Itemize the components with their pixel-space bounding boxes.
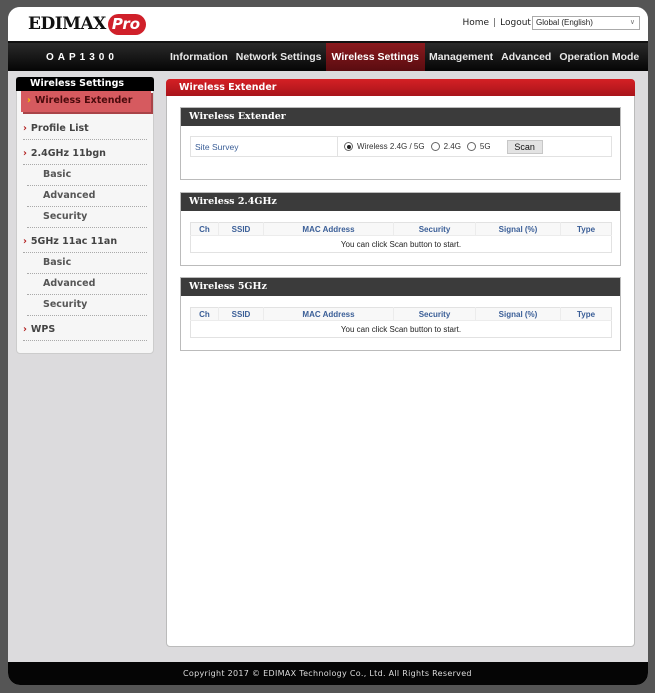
radio-unchecked[interactable] <box>466 142 476 151</box>
nav-advanced[interactable]: Advanced <box>497 43 555 71</box>
logo-pro-badge: Pro <box>107 13 147 35</box>
table-row: You can click Scan button to start. <box>190 320 612 338</box>
radio-unchecked[interactable] <box>430 142 440 151</box>
chevron-right-icon: › <box>23 123 27 134</box>
sidebar-item-24-security[interactable]: Security <box>27 208 147 228</box>
col-security: Security <box>393 307 476 321</box>
sidebar-item-wireless-extender[interactable]: › Wireless Extender <box>21 91 151 112</box>
sidebar-item-5-security[interactable]: Security <box>27 296 147 316</box>
option-24g[interactable]: 2.4G <box>430 142 461 151</box>
main-nav: OAP1300 Information Network Settings Wir… <box>8 41 648 71</box>
panel-title: Wireless 2.4GHz <box>181 193 620 211</box>
sidebar-item-label: WPS <box>30 324 56 335</box>
nav-information[interactable]: Information <box>166 43 232 71</box>
sidebar-item-5-advanced[interactable]: Advanced <box>27 275 147 295</box>
chevron-right-icon: › <box>23 324 27 335</box>
option-label: 5G <box>479 142 491 151</box>
content-area: Wireless Extender Wireless Extender Site… <box>166 79 635 647</box>
edimax-logo: EDIMAX Pro <box>28 12 147 36</box>
app-frame: EDIMAX Pro Home | Logout | Global (Engli… <box>8 7 648 685</box>
col-signal: Signal (%) <box>475 222 561 236</box>
col-type: Type <box>560 222 612 236</box>
nav-wireless-settings[interactable]: Wireless Settings <box>325 43 425 71</box>
sidebar-title: Wireless Settings <box>16 77 154 91</box>
site-survey-label: Site Survey <box>191 137 338 156</box>
language-value: Global (English) <box>536 18 593 27</box>
col-ssid: SSID <box>218 307 264 321</box>
nav-management[interactable]: Management <box>425 43 497 71</box>
table-row: You can click Scan button to start. <box>190 235 612 253</box>
col-type: Type <box>560 307 612 321</box>
sidebar-item-label: Wireless Extender <box>34 95 133 106</box>
sidebar-item-label: Profile List <box>30 123 89 134</box>
panel-title: Wireless Extender <box>181 108 620 126</box>
option-5g[interactable]: 5G <box>466 142 491 151</box>
sidebar-item-24-basic[interactable]: Basic <box>27 166 147 186</box>
nav-network-settings[interactable]: Network Settings <box>232 43 326 71</box>
chevron-right-icon: › <box>27 95 31 106</box>
sidebar: Wireless Settings › Wireless Extender › Pr… <box>16 77 154 354</box>
col-mac: MAC Address <box>263 222 394 236</box>
table-header-row: Ch SSID MAC Address Security Signal (%) … <box>190 222 612 236</box>
logout-link[interactable]: Logout <box>500 18 531 28</box>
chevron-right-icon: › <box>23 148 27 159</box>
wireless-5ghz-panel: Wireless 5GHz Ch SSID MAC Address Securi… <box>180 277 621 351</box>
content-title: Wireless Extender <box>166 79 635 96</box>
option-label: 2.4G <box>443 142 461 151</box>
sidebar-item-label: 5GHz 11ac 11an <box>30 236 118 247</box>
scan-results-table-24ghz: Ch SSID MAC Address Security Signal (%) … <box>190 222 612 253</box>
nav-operation-mode[interactable]: Operation Mode <box>555 43 643 71</box>
sidebar-item-24-advanced[interactable]: Advanced <box>27 187 147 207</box>
wireless-24ghz-panel: Wireless 2.4GHz Ch SSID MAC Address Secu… <box>180 192 621 266</box>
extender-panel: Wireless Extender Site Survey Wireless 2… <box>180 107 621 180</box>
empty-message: You can click Scan button to start. <box>190 235 612 253</box>
radio-checked[interactable] <box>344 142 353 151</box>
col-mac: MAC Address <box>263 307 394 321</box>
sidebar-item-profile-list[interactable]: › Profile List <box>23 120 147 140</box>
col-ssid: SSID <box>218 222 264 236</box>
copyright-text: Copyright 2017 © EDIMAX Technology Co., … <box>183 669 472 678</box>
sidebar-item-24ghz[interactable]: › 2.4GHz 11bgn <box>23 145 147 165</box>
logo-text: EDIMAX <box>28 14 106 34</box>
language-select[interactable]: Global (English) ∨ <box>532 16 640 30</box>
scan-results-table-5ghz: Ch SSID MAC Address Security Signal (%) … <box>190 307 612 338</box>
home-link[interactable]: Home <box>463 18 490 28</box>
chevron-right-icon: › <box>23 236 27 247</box>
top-links: Home | Logout | <box>463 18 539 28</box>
panel-title: Wireless 5GHz <box>181 278 620 296</box>
sidebar-item-5-basic[interactable]: Basic <box>27 254 147 274</box>
option-both-bands[interactable]: Wireless 2.4G / 5G <box>344 142 425 151</box>
sidebar-item-5ghz[interactable]: › 5GHz 11ac 11an <box>23 233 147 253</box>
table-header-row: Ch SSID MAC Address Security Signal (%) … <box>190 307 612 321</box>
site-survey-row: Site Survey Wireless 2.4G / 5G 2.4G 5G S… <box>190 136 612 157</box>
chevron-down-icon: ∨ <box>629 19 635 26</box>
nav-items: Information Network Settings Wireless Se… <box>166 43 643 71</box>
sidebar-item-wps[interactable]: › WPS <box>23 321 147 341</box>
band-options: Wireless 2.4G / 5G 2.4G 5G Scan <box>338 137 543 156</box>
col-signal: Signal (%) <box>475 307 561 321</box>
col-security: Security <box>393 222 476 236</box>
col-ch: Ch <box>190 307 219 321</box>
link-separator: | <box>493 18 497 28</box>
col-ch: Ch <box>190 222 219 236</box>
model-name: OAP1300 <box>46 52 118 63</box>
footer: Copyright 2017 © EDIMAX Technology Co., … <box>8 662 648 685</box>
header: EDIMAX Pro Home | Logout | Global (Engli… <box>8 7 648 41</box>
empty-message: You can click Scan button to start. <box>190 320 612 338</box>
scan-button[interactable]: Scan <box>506 139 543 154</box>
option-label: Wireless 2.4G / 5G <box>357 142 425 151</box>
sidebar-item-label: 2.4GHz 11bgn <box>30 148 106 159</box>
